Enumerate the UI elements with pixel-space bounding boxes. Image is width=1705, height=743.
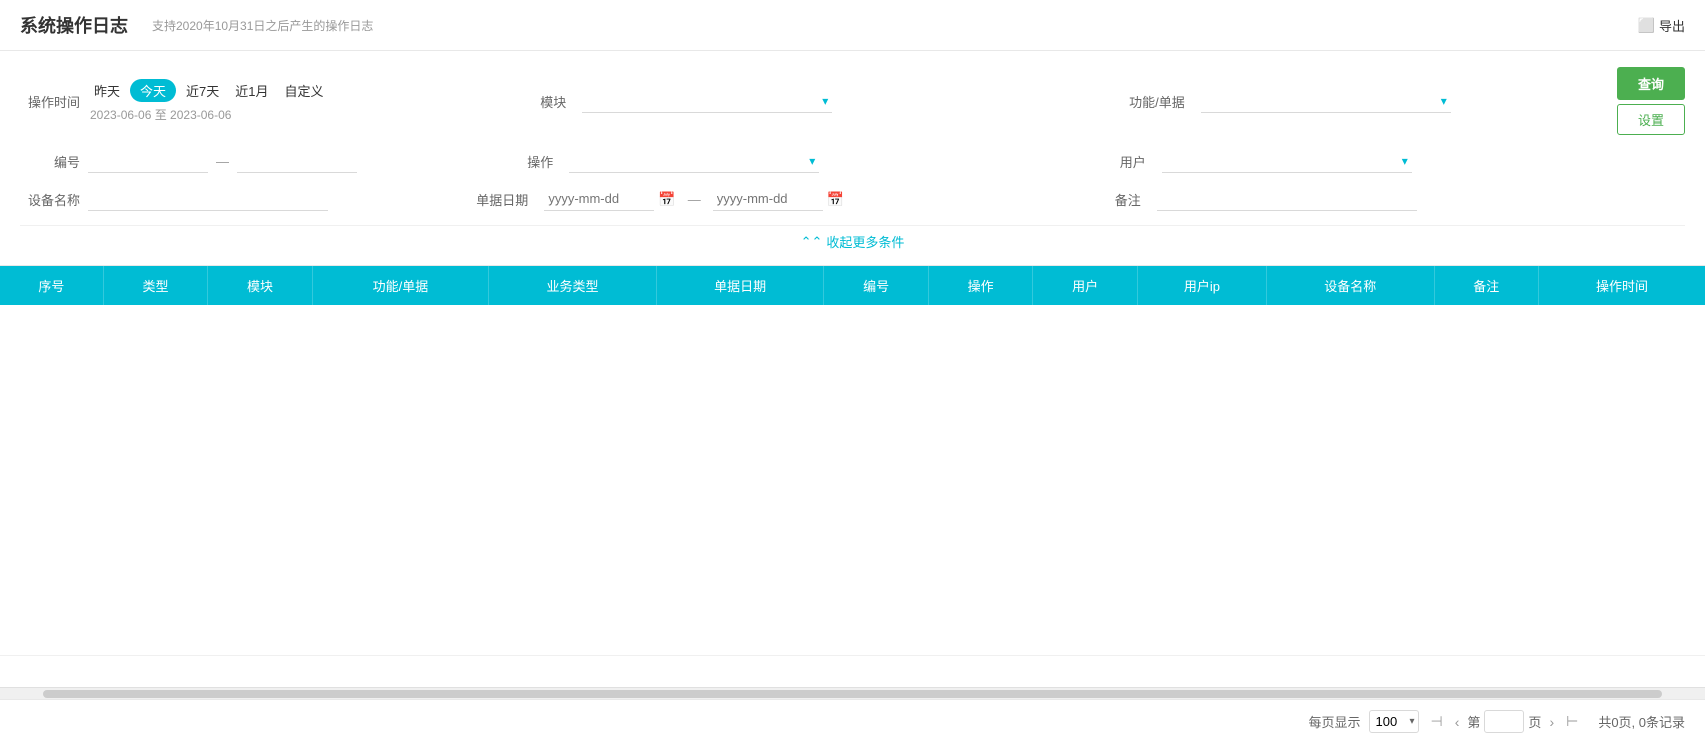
col-remark: 备注: [1434, 266, 1538, 305]
collapse-button[interactable]: ⌃⌃ 收起更多条件: [801, 232, 905, 251]
number-from-input[interactable]: [88, 149, 208, 173]
query-button[interactable]: 查询: [1617, 67, 1685, 100]
table-container: 序号 类型 模块 功能/单据 业务类型 单据日期 编号 操作 用户 用户ip 设…: [0, 266, 1705, 687]
col-number: 编号: [824, 266, 928, 305]
filter-item-user: 用户 ▾: [1086, 149, 1412, 173]
prev-page-btn[interactable]: ‹: [1451, 712, 1464, 732]
date-separator: —: [688, 192, 701, 207]
yesterday-btn[interactable]: 昨天: [88, 79, 126, 102]
last-page-btn[interactable]: ⊢: [1562, 711, 1582, 732]
module-label: 模块: [506, 92, 566, 111]
voucher-date-label: 单据日期: [468, 190, 528, 209]
page-number-input[interactable]: 1: [1484, 710, 1524, 733]
date-from-input[interactable]: [544, 187, 654, 211]
col-voucher-date: 单据日期: [656, 266, 824, 305]
number-label: 编号: [20, 152, 80, 171]
operation-select-wrapper: ▾: [569, 149, 819, 173]
custom-btn[interactable]: 自定义: [279, 79, 330, 102]
collapse-label: 收起更多条件: [826, 232, 904, 251]
filter-item-time: 操作时间 昨天 今天 近7天 近1月 自定义 2023-06-06 至 2023…: [20, 79, 360, 123]
device-input[interactable]: [88, 187, 328, 211]
page-total: 共0页, 0条记录: [1598, 712, 1685, 731]
function-label: 功能/单据: [1125, 92, 1185, 111]
next-page-btn[interactable]: ›: [1545, 712, 1558, 732]
function-select-wrapper: ▾: [1201, 89, 1451, 113]
col-biz-type: 业务类型: [489, 266, 657, 305]
date-to-input[interactable]: [713, 187, 823, 211]
col-type: 类型: [103, 266, 207, 305]
date-range-text: 2023-06-06 至 2023-06-06: [88, 106, 231, 123]
scrollbar-track: [43, 690, 1663, 698]
pagination-bar: 每页显示 100 50 200 ▾ ⊣ ‹ 第 1 页 › ⊢ 共0页, 0条记…: [0, 699, 1705, 743]
col-operation: 操作: [928, 266, 1032, 305]
function-select[interactable]: [1201, 89, 1451, 113]
col-user-ip: 用户ip: [1137, 266, 1266, 305]
operation-select[interactable]: [569, 149, 819, 173]
page-label-post: 页: [1528, 712, 1541, 731]
date-buttons: 昨天 今天 近7天 近1月 自定义: [88, 79, 330, 102]
table-header-row: 序号 类型 模块 功能/单据 业务类型 单据日期 编号 操作 用户 用户ip 设…: [0, 266, 1705, 305]
col-module: 模块: [208, 266, 312, 305]
filter-row-1: 操作时间 昨天 今天 近7天 近1月 自定义 2023-06-06 至 2023…: [20, 67, 1685, 135]
table-body: [0, 305, 1705, 655]
page-subtitle: 支持2020年10月31日之后产生的操作日志: [152, 17, 373, 34]
page-label-pre: 第: [1467, 712, 1480, 731]
user-select[interactable]: [1162, 149, 1412, 173]
date-filter-group: 昨天 今天 近7天 近1月 自定义 2023-06-06 至 2023-06-0…: [88, 79, 330, 123]
filter-row-2: 编号 — 操作 ▾ 用户: [20, 149, 1685, 173]
first-page-btn[interactable]: ⊣: [1427, 711, 1447, 732]
col-seq: 序号: [0, 266, 103, 305]
settings-button[interactable]: 设置: [1617, 104, 1685, 135]
table-header: 序号 类型 模块 功能/单据 业务类型 单据日期 编号 操作 用户 用户ip 设…: [0, 266, 1705, 305]
calendar-to-icon[interactable]: 📅: [827, 191, 844, 208]
number-separator: —: [216, 154, 229, 169]
empty-row: [0, 305, 1705, 655]
page-header: 系统操作日志 支持2020年10月31日之后产生的操作日志 ⬜ 导出: [0, 0, 1705, 51]
user-label: 用户: [1086, 152, 1146, 171]
per-page-wrapper: 100 50 200 ▾: [1369, 710, 1419, 733]
device-label: 设备名称: [20, 190, 80, 209]
filter-item-remark: 备注: [1081, 187, 1417, 211]
remark-label: 备注: [1081, 190, 1141, 209]
filter-item-number: 编号 —: [20, 149, 360, 173]
filter-item-voucher-date: 单据日期 📅 — 📅: [468, 187, 844, 211]
empty-cell: [0, 305, 1705, 655]
filter-item-operation: 操作 ▾: [493, 149, 819, 173]
col-op-time: 操作时间: [1539, 266, 1705, 305]
horizontal-scrollbar[interactable]: [0, 687, 1705, 699]
action-buttons: 查询 设置: [1617, 67, 1685, 135]
export-button[interactable]: ⬜ 导出: [1638, 16, 1685, 35]
collapse-chevron-icon: ⌃⌃: [801, 234, 823, 250]
module-select-wrapper: ▾: [582, 89, 832, 113]
last7days-btn[interactable]: 近7天: [180, 79, 225, 102]
col-device: 设备名称: [1266, 266, 1434, 305]
main-content: 序号 类型 模块 功能/单据 业务类型 单据日期 编号 操作 用户 用户ip 设…: [0, 266, 1705, 687]
module-select[interactable]: [582, 89, 832, 113]
export-icon: ⬜: [1638, 17, 1655, 34]
filter-item-module: 模块 ▾: [506, 89, 832, 113]
col-user: 用户: [1033, 266, 1137, 305]
filter-row-3: 设备名称 单据日期 📅 — 📅 备注: [20, 187, 1685, 211]
page-container: 系统操作日志 支持2020年10月31日之后产生的操作日志 ⬜ 导出 操作时间 …: [0, 0, 1705, 743]
filter-item-function: 功能/单据 ▾: [1125, 89, 1451, 113]
remark-input[interactable]: [1157, 187, 1417, 211]
page-nav: ⊣ ‹ 第 1 页 › ⊢: [1427, 710, 1583, 733]
operation-label: 操作: [493, 152, 553, 171]
calendar-from-icon[interactable]: 📅: [658, 191, 675, 208]
filter-panel: 操作时间 昨天 今天 近7天 近1月 自定义 2023-06-06 至 2023…: [0, 51, 1705, 266]
user-select-wrapper: ▾: [1162, 149, 1412, 173]
data-table: 序号 类型 模块 功能/单据 业务类型 单据日期 编号 操作 用户 用户ip 设…: [0, 266, 1705, 656]
date-input-wrapper: 📅 — 📅: [544, 187, 844, 211]
today-btn[interactable]: 今天: [130, 79, 176, 102]
per-page-label: 每页显示: [1309, 712, 1361, 731]
page-title: 系统操作日志: [20, 12, 128, 38]
filter-item-device: 设备名称: [20, 187, 360, 211]
per-page-select[interactable]: 100 50 200: [1369, 710, 1419, 733]
time-label: 操作时间: [20, 92, 80, 111]
last1month-btn[interactable]: 近1月: [229, 79, 274, 102]
col-function: 功能/单据: [312, 266, 488, 305]
number-to-input[interactable]: [237, 149, 357, 173]
collapse-bar: ⌃⌃ 收起更多条件: [20, 225, 1685, 257]
